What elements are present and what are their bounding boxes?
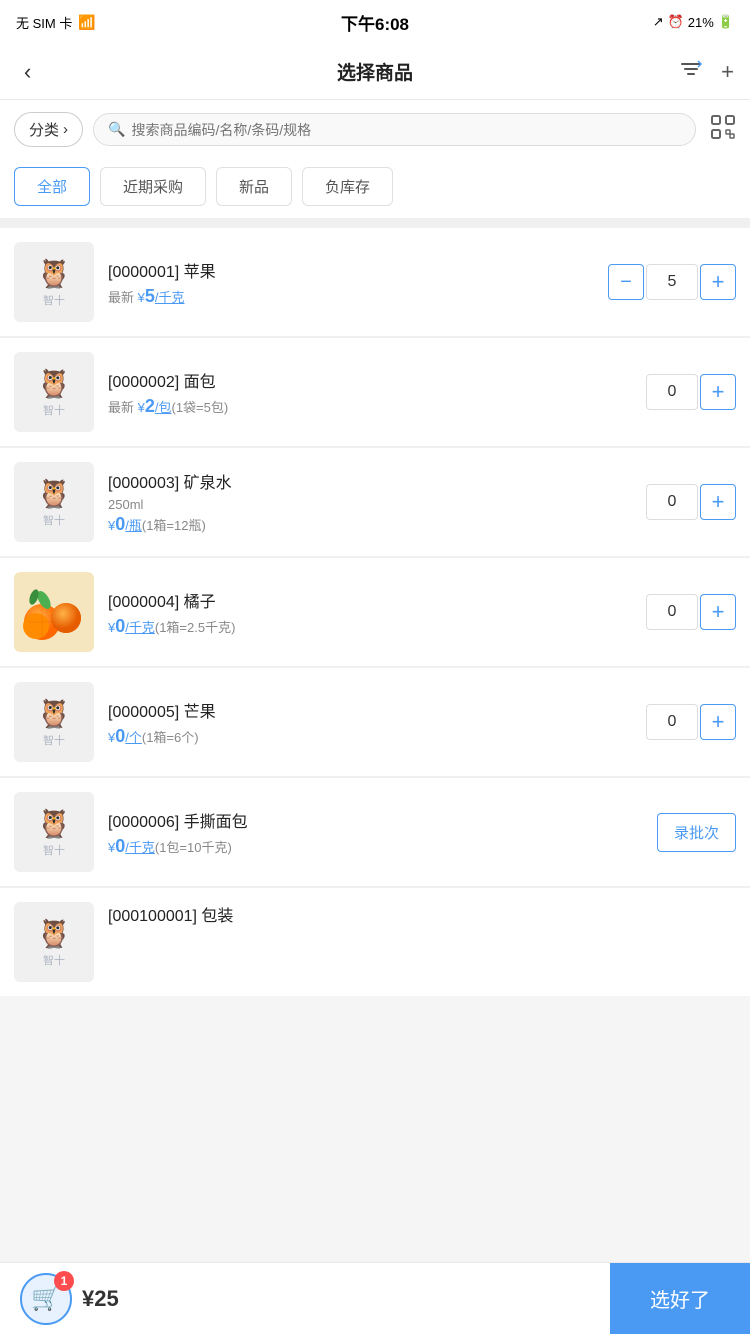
product-name: [0000005] 芒果 (108, 698, 632, 722)
product-info-bread: [0000002] 面包 最新 ¥2/包(1袋=5包) (108, 368, 632, 417)
product-image-bread: 🦉 智十 (14, 352, 94, 432)
qty-control-orange: + (646, 594, 736, 630)
qty-input[interactable] (646, 704, 698, 740)
status-time: 下午6:08 (341, 10, 409, 35)
tab-new[interactable]: 新品 (216, 167, 292, 206)
qty-input[interactable] (646, 484, 698, 520)
product-item: 🦉 智十 [0000001] 苹果 最新 ¥5/千克 − + (0, 228, 750, 336)
product-name: [0000001] 苹果 (108, 258, 594, 282)
placeholder-owl-icon: 🦉 (37, 917, 72, 950)
qty-increase-button[interactable]: + (700, 264, 736, 300)
product-image-torn-bread: 🦉 智十 (14, 792, 94, 872)
tab-negative-stock[interactable]: 负库存 (302, 167, 393, 206)
battery-level: 21% (688, 15, 714, 30)
qty-control-apple: − + (608, 264, 736, 300)
battery-icon: 🔋 (718, 14, 734, 30)
filter-icon[interactable] (679, 57, 703, 87)
filter-row: 分类 › 🔍 (0, 100, 750, 159)
location-icon: ↗ (653, 14, 664, 30)
product-name: [0000006] 手撕面包 (108, 808, 643, 832)
status-left: 无 SIM 卡 📶 (16, 13, 96, 32)
status-bar: 无 SIM 卡 📶 下午6:08 ↗ ⏰ 21% 🔋 (0, 0, 750, 44)
qty-increase-button[interactable]: + (700, 594, 736, 630)
product-price: 最新 ¥2/包(1袋=5包) (108, 396, 632, 417)
product-info-torn-bread: [0000006] 手撕面包 ¥0/千克(1包=10千克) (108, 808, 643, 857)
qty-input[interactable] (646, 594, 698, 630)
product-info-apple: [0000001] 苹果 最新 ¥5/千克 (108, 258, 594, 307)
category-arrow: › (63, 121, 68, 138)
product-price: ¥0/千克(1包=10千克) (108, 836, 643, 857)
product-info-water: [0000003] 矿泉水 250ml ¥0/瓶(1箱=12瓶) (108, 469, 632, 535)
qty-increase-button[interactable]: + (700, 374, 736, 410)
cart-amount: ¥25 (82, 1286, 119, 1312)
qty-input[interactable] (646, 374, 698, 410)
product-spec: 250ml (108, 497, 632, 512)
product-name: [0000002] 面包 (108, 368, 632, 392)
product-item-partial: 🦉 智十 [000100001] 包装 (0, 888, 750, 996)
placeholder-owl-icon: 🦉 (37, 477, 72, 510)
category-label: 分类 (29, 119, 59, 140)
qty-input[interactable] (646, 264, 698, 300)
placeholder-owl-icon: 🦉 (37, 697, 72, 730)
nav-bar: ‹ 选择商品 + (0, 44, 750, 100)
qty-control-bread: + (646, 374, 736, 410)
qty-control-mango: + (646, 704, 736, 740)
bottom-bar: 1 🛒 ¥25 选好了 (0, 1262, 750, 1334)
placeholder-owl-icon: 🦉 (37, 807, 72, 840)
page-title: 选择商品 (337, 58, 413, 85)
product-image-package: 🦉 智十 (14, 902, 94, 982)
section-divider (0, 218, 750, 228)
qty-increase-button[interactable]: + (700, 484, 736, 520)
cart-badge: 1 (54, 1271, 74, 1291)
tab-row: 全部 近期采购 新品 负库存 (0, 159, 750, 218)
search-icon: 🔍 (108, 121, 125, 138)
qty-increase-button[interactable]: + (700, 704, 736, 740)
cart-icon-wrap[interactable]: 1 🛒 (20, 1273, 72, 1325)
tab-recent[interactable]: 近期采购 (100, 167, 206, 206)
batch-button[interactable]: 录批次 (657, 813, 736, 852)
placeholder-owl-icon: 🦉 (37, 257, 72, 290)
category-button[interactable]: 分类 › (14, 112, 83, 147)
product-price: 最新 ¥5/千克 (108, 286, 594, 307)
placeholder-owl-icon: 🦉 (37, 367, 72, 400)
product-image-mango: 🦉 智十 (14, 682, 94, 762)
back-button[interactable]: ‹ (16, 51, 39, 93)
confirm-button[interactable]: 选好了 (610, 1263, 750, 1334)
add-button[interactable]: + (721, 59, 734, 85)
qty-decrease-button[interactable]: − (608, 264, 644, 300)
qty-control-water: + (646, 484, 736, 520)
product-image-apple: 🦉 智十 (14, 242, 94, 322)
product-item: 🦉 智十 [0000005] 芒果 ¥0/个(1箱=6个) + (0, 668, 750, 776)
product-info-mango: [0000005] 芒果 ¥0/个(1箱=6个) (108, 698, 632, 747)
alarm-icon: ⏰ (668, 14, 684, 30)
product-name: [000100001] 包装 (108, 902, 736, 926)
product-item: [0000004] 橘子 ¥0/千克(1箱=2.5千克) + (0, 558, 750, 666)
status-right: ↗ ⏰ 21% 🔋 (653, 14, 734, 30)
product-price: ¥0/瓶(1箱=12瓶) (108, 514, 632, 535)
product-image-water: 🦉 智十 (14, 462, 94, 542)
product-info-orange: [0000004] 橘子 ¥0/千克(1箱=2.5千克) (108, 588, 632, 637)
sim-status: 无 SIM 卡 (16, 13, 72, 32)
product-list: 🦉 智十 [0000001] 苹果 最新 ¥5/千克 − + 🦉 智十 [000… (0, 228, 750, 996)
product-price: ¥0/个(1箱=6个) (108, 726, 632, 747)
cart-section: 1 🛒 ¥25 (0, 1273, 610, 1325)
search-input[interactable] (131, 122, 681, 138)
nav-actions: + (679, 57, 734, 87)
wifi-icon: 📶 (78, 14, 95, 31)
scan-icon[interactable] (710, 114, 736, 146)
search-box[interactable]: 🔍 (93, 113, 696, 146)
product-item: 🦉 智十 [0000003] 矿泉水 250ml ¥0/瓶(1箱=12瓶) + (0, 448, 750, 556)
tab-all[interactable]: 全部 (14, 167, 90, 206)
product-item: 🦉 智十 [0000006] 手撕面包 ¥0/千克(1包=10千克) 录批次 (0, 778, 750, 886)
product-info-package: [000100001] 包装 (108, 902, 736, 930)
product-image-orange (14, 572, 94, 652)
product-name: [0000003] 矿泉水 (108, 469, 632, 493)
product-price: ¥0/千克(1箱=2.5千克) (108, 616, 632, 637)
product-name: [0000004] 橘子 (108, 588, 632, 612)
product-item: 🦉 智十 [0000002] 面包 最新 ¥2/包(1袋=5包) + (0, 338, 750, 446)
